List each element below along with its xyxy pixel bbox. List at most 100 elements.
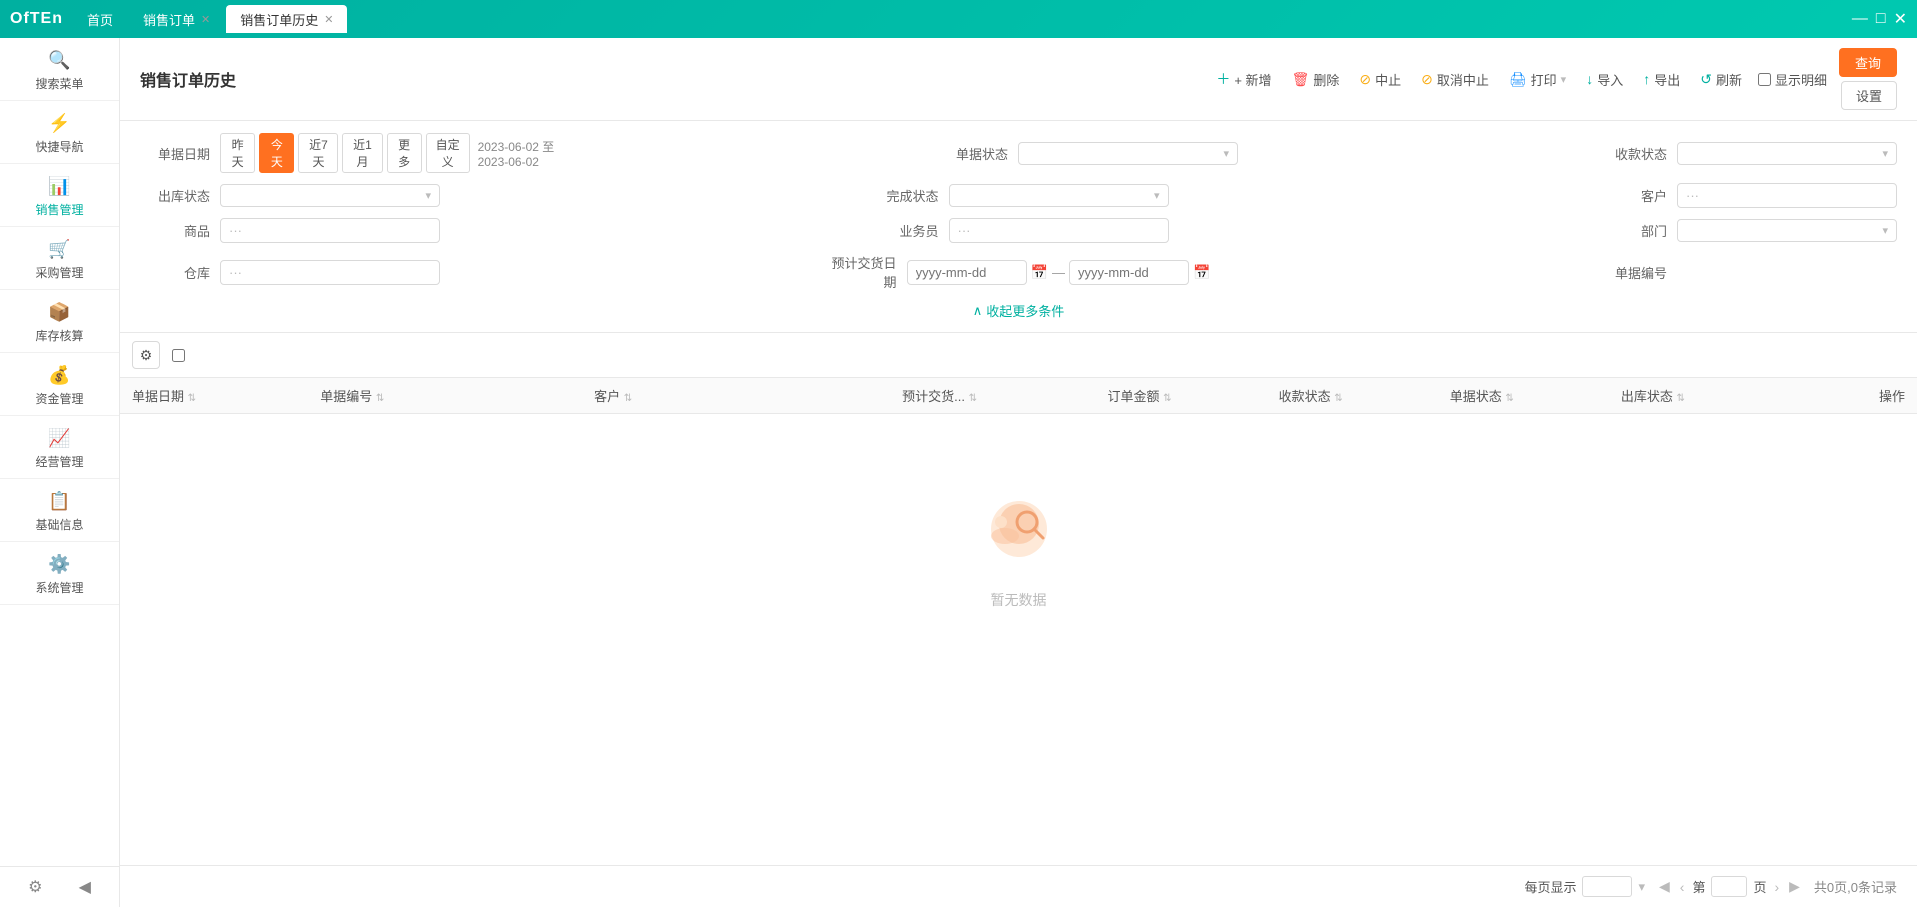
date-btn-7days[interactable]: 近7天 xyxy=(298,133,338,173)
dept-select[interactable] xyxy=(1677,219,1897,242)
collapse-link[interactable]: ∧ 收起更多条件 xyxy=(973,301,1065,320)
sidebar-collapse-icon[interactable]: ◀ xyxy=(79,877,91,897)
col-amount-sort[interactable] xyxy=(1163,389,1171,404)
tab-sales-order-history-close[interactable]: ✕ xyxy=(324,13,333,26)
pay-status-select[interactable] xyxy=(1677,142,1897,165)
tab-sales-order-label: 销售订单 xyxy=(143,10,195,29)
sidebar-bottom: ⚙ ◀ xyxy=(0,866,119,907)
sidebar-item-basic-info[interactable]: 📋 基础信息 xyxy=(0,479,119,542)
col-customer-sort[interactable] xyxy=(624,389,632,404)
cancel-stop-label: 取消中止 xyxy=(1437,70,1489,89)
per-page-arrow[interactable]: ▾ xyxy=(1638,879,1645,895)
table-settings-gear[interactable]: ⚙ xyxy=(132,341,160,369)
col-customer-label: 客户 xyxy=(594,389,620,404)
sidebar-item-inventory-check[interactable]: 📦 库存核算 xyxy=(0,290,119,353)
page-first-btn[interactable]: ◀ xyxy=(1657,878,1672,895)
print-button[interactable]: 🖨 打印 ▾ xyxy=(1505,68,1570,91)
delete-button[interactable]: 🗑 删除 xyxy=(1288,68,1344,91)
customer-label: 客户 xyxy=(1597,186,1677,205)
sidebar-item-search-menu[interactable]: 🔍 搜索菜单 xyxy=(0,38,119,101)
col-header-order-status[interactable]: 单据状态 xyxy=(1438,378,1609,414)
date-btn-custom[interactable]: 自定义 xyxy=(426,133,470,173)
cancel-stop-button[interactable]: ⊘ 取消中止 xyxy=(1417,68,1493,91)
sidebar-item-system-mgmt[interactable]: ⚙️ 系统管理 xyxy=(0,542,119,605)
col-header-date[interactable]: 单据日期 xyxy=(120,378,308,414)
col-header-out-status[interactable]: 出库状态 xyxy=(1609,378,1780,414)
col-out-status-sort[interactable] xyxy=(1677,389,1685,404)
tab-sales-order-history[interactable]: 销售订单历史 ✕ xyxy=(226,5,347,33)
new-button[interactable]: ＋ + 新增 xyxy=(1212,67,1275,91)
query-button[interactable]: 查询 xyxy=(1839,48,1897,77)
salesperson-input[interactable]: ··· xyxy=(949,218,1169,243)
col-header-amount[interactable]: 订单金额 xyxy=(1095,378,1266,414)
col-num-sort[interactable] xyxy=(376,389,384,404)
show-details-checkbox[interactable]: 显示明细 xyxy=(1758,70,1827,89)
sidebar-item-purchase-mgmt[interactable]: 🛒 采购管理 xyxy=(0,227,119,290)
order-status-arrow xyxy=(1223,147,1229,160)
calendar-icon-to[interactable]: 📅 xyxy=(1193,264,1210,281)
filter-row-date: 单据日期 昨天 今天 近7天 近1月 更多 自定义 2023-06-02 至 2… xyxy=(140,133,1897,173)
export-label: 导出 xyxy=(1654,70,1680,89)
select-all-checkbox[interactable] xyxy=(172,349,185,362)
delivery-date-to[interactable] xyxy=(1069,260,1189,285)
page-next-btn[interactable]: › xyxy=(1772,879,1781,895)
product-label: 商品 xyxy=(140,221,220,240)
customer-input[interactable]: ··· xyxy=(1677,183,1897,208)
tab-sales-order[interactable]: 销售订单 ✕ xyxy=(129,5,224,33)
order-num-label: 单据编号 xyxy=(1597,263,1677,282)
complete-status-label: 完成状态 xyxy=(869,186,949,205)
tab-home[interactable]: 首页 xyxy=(73,5,127,33)
window-close[interactable]: ✕ xyxy=(1894,9,1907,29)
col-pay-status-sort[interactable] xyxy=(1334,389,1342,404)
col-date-sort[interactable] xyxy=(188,389,196,404)
date-btn-today[interactable]: 今天 xyxy=(259,133,294,173)
page-last-btn[interactable]: ▶ xyxy=(1787,878,1802,895)
col-delivery-sort[interactable] xyxy=(969,389,977,404)
system-mgmt-icon: ⚙️ xyxy=(48,554,70,575)
page-prev-btn[interactable]: ‹ xyxy=(1678,879,1687,895)
col-header-delivery[interactable]: 预计交货... xyxy=(890,378,1095,414)
sidebar-item-operation-mgmt[interactable]: 📈 经营管理 xyxy=(0,416,119,479)
page-input[interactable]: 1 xyxy=(1711,876,1747,897)
window-minimize[interactable]: — xyxy=(1852,10,1868,28)
import-label: 导入 xyxy=(1597,70,1623,89)
content-area: 销售订单历史 ＋ + 新增 🗑 删除 ⊘ 中止 ⊘ 取消中止 xyxy=(120,38,1917,907)
calendar-icon-from[interactable]: 📅 xyxy=(1031,264,1048,281)
import-button[interactable]: ↓ 导入 xyxy=(1582,68,1627,91)
col-order-status-sort[interactable] xyxy=(1505,389,1513,404)
sidebar-settings-icon[interactable]: ⚙ xyxy=(28,877,42,897)
order-status-select[interactable] xyxy=(1018,142,1238,165)
refresh-button[interactable]: ↺ 刷新 xyxy=(1696,68,1746,91)
date-btn-1month[interactable]: 近1月 xyxy=(342,133,382,173)
per-page-select: 每页显示 50 ▾ xyxy=(1524,876,1645,897)
date-btns-group: 昨天 今天 近7天 近1月 更多 自定义 2023-06-02 至 2023-0… xyxy=(220,133,579,173)
date-btn-more[interactable]: 更多 xyxy=(387,133,422,173)
delivery-date-label: 预计交货日期 xyxy=(827,253,907,291)
warehouse-input[interactable]: ··· xyxy=(220,260,440,285)
data-table: 单据日期 单据编号 客户 xyxy=(120,378,1917,414)
table-toolbar: ⚙ xyxy=(120,333,1917,378)
date-btn-yesterday[interactable]: 昨天 xyxy=(220,133,255,173)
sidebar-item-fund-mgmt[interactable]: 💰 资金管理 xyxy=(0,353,119,416)
delivery-date-from[interactable] xyxy=(907,260,1027,285)
tab-sales-order-close[interactable]: ✕ xyxy=(201,13,210,26)
settings-button[interactable]: 设置 xyxy=(1841,81,1897,110)
product-input[interactable]: ··· xyxy=(220,218,440,243)
out-status-select[interactable] xyxy=(220,184,440,207)
sidebar-item-search-menu-label: 搜索菜单 xyxy=(35,75,83,92)
export-button[interactable]: ↑ 导出 xyxy=(1639,68,1684,91)
col-header-pay-status[interactable]: 收款状态 xyxy=(1267,378,1438,414)
col-header-num[interactable]: 单据编号 xyxy=(308,378,582,414)
window-maximize[interactable]: □ xyxy=(1876,10,1886,28)
col-header-customer[interactable]: 客户 xyxy=(582,378,890,414)
complete-status-select[interactable] xyxy=(949,184,1169,207)
stop-button[interactable]: ⊘ 中止 xyxy=(1355,68,1405,91)
sidebar-item-quick-nav[interactable]: ⚡ 快捷导航 xyxy=(0,101,119,164)
per-page-input[interactable]: 50 xyxy=(1582,876,1632,897)
show-details-input[interactable] xyxy=(1758,73,1771,86)
out-status-label: 出库状态 xyxy=(140,186,220,205)
col-delivery-label: 预计交货... xyxy=(902,389,965,404)
sidebar-item-sales-mgmt[interactable]: 📊 销售管理 xyxy=(0,164,119,227)
import-icon: ↓ xyxy=(1586,71,1593,87)
col-order-status-label: 单据状态 xyxy=(1450,389,1502,404)
